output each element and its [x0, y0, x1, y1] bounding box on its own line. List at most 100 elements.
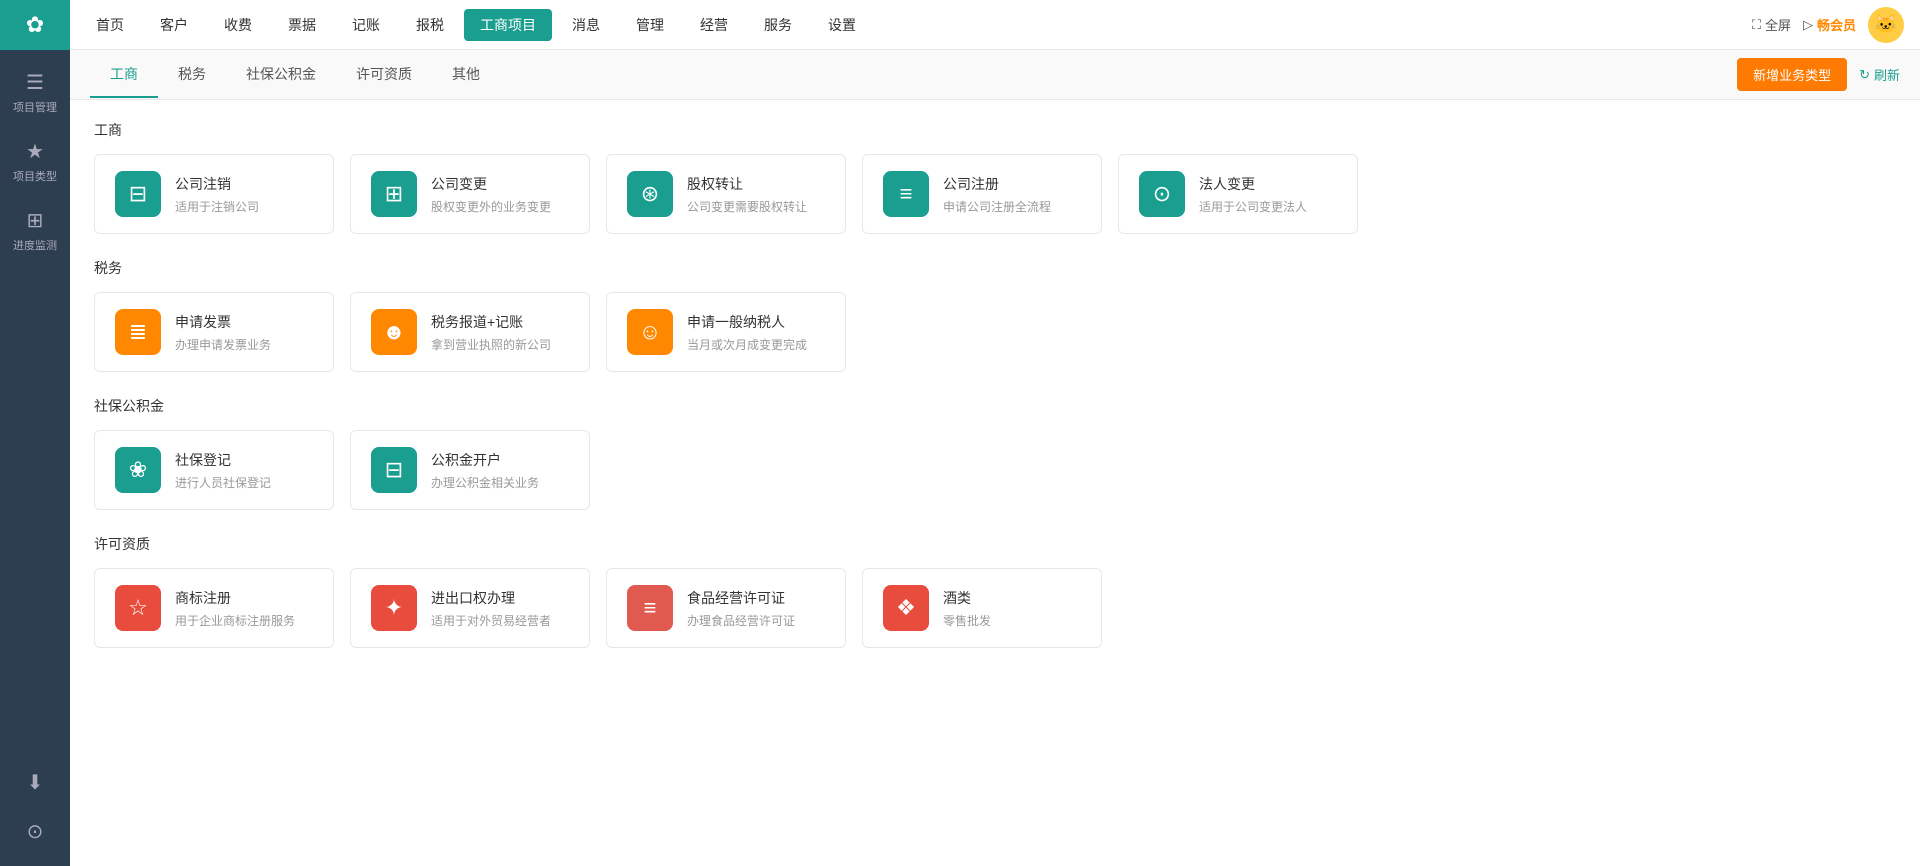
tab-社保公积金[interactable]: 社保公积金: [226, 52, 336, 98]
card-title: 股权转让: [687, 174, 807, 194]
section-工商: 工商 ⊟ 公司注销 适用于注销公司 ⊞ 公司变更 股权变更外的业务变更 ⊛ 股权…: [94, 120, 1896, 234]
card-desc: 办理公积金相关业务: [431, 474, 539, 491]
nav-item-设置[interactable]: 设置: [812, 9, 872, 41]
tab-bar: 工商税务社保公积金许可资质其他 新增业务类型 ↻ 刷新: [70, 50, 1920, 100]
card-text: 社保登记 进行人员社保登记: [175, 450, 271, 491]
card-icon: ☻: [371, 309, 417, 355]
card-text: 公司注册 申请公司注册全流程: [943, 174, 1051, 215]
main-layout: ☰项目管理★项目类型⊞进度监测⬇⊙ 工商税务社保公积金许可资质其他 新增业务类型…: [0, 50, 1920, 866]
tab-actions: 新增业务类型 ↻ 刷新: [1737, 58, 1900, 91]
refresh-label: 刷新: [1874, 65, 1900, 84]
tab-工商[interactable]: 工商: [90, 52, 158, 98]
nav-item-工商项目[interactable]: 工商项目: [464, 9, 552, 41]
sidebar-icon: ☰: [26, 70, 44, 95]
mascot-avatar[interactable]: 🐱: [1868, 7, 1904, 43]
card-desc: 适用于注销公司: [175, 198, 259, 215]
card-食品经营许可证[interactable]: ≡ 食品经营许可证 办理食品经营许可证: [606, 568, 846, 648]
nav-item-经营[interactable]: 经营: [684, 9, 744, 41]
card-icon: ⊟: [115, 171, 161, 217]
card-icon: ⊙: [1139, 171, 1185, 217]
card-desc: 办理申请发票业务: [175, 336, 271, 353]
tab-许可资质[interactable]: 许可资质: [336, 52, 432, 98]
nav-item-报税[interactable]: 报税: [400, 9, 460, 41]
card-desc: 零售批发: [943, 612, 991, 629]
nav-item-票据[interactable]: 票据: [272, 9, 332, 41]
cards-grid: ⊟ 公司注销 适用于注销公司 ⊞ 公司变更 股权变更外的业务变更 ⊛ 股权转让 …: [94, 154, 1896, 234]
card-title: 公司注销: [175, 174, 259, 194]
top-navigation: ✿ 首页客户收费票据记账报税工商项目消息管理经营服务设置 ⛶ 全屏 ▷ 畅会员 …: [0, 0, 1920, 50]
card-icon: ❀: [115, 447, 161, 493]
sidebar-icon: ⊞: [27, 208, 44, 233]
nav-item-收费[interactable]: 收费: [208, 9, 268, 41]
nav-item-首页[interactable]: 首页: [80, 9, 140, 41]
card-icon: ⊟: [371, 447, 417, 493]
add-business-type-button[interactable]: 新增业务类型: [1737, 58, 1847, 91]
nav-item-记账[interactable]: 记账: [336, 9, 396, 41]
card-text: 法人变更 适用于公司变更法人: [1199, 174, 1307, 215]
card-title: 申请发票: [175, 312, 271, 332]
card-title: 税务报道+记账: [431, 312, 551, 332]
sidebar-item-项目类型[interactable]: ★项目类型: [0, 127, 70, 196]
section-title: 工商: [94, 120, 1896, 140]
card-公司注册[interactable]: ≡ 公司注册 申请公司注册全流程: [862, 154, 1102, 234]
sidebar-bottom-icon: ⊙: [27, 819, 44, 844]
card-text: 税务报道+记账 拿到营业执照的新公司: [431, 312, 551, 353]
card-text: 公司注销 适用于注销公司: [175, 174, 259, 215]
card-icon: ≣: [115, 309, 161, 355]
nav-item-客户[interactable]: 客户: [144, 9, 204, 41]
card-税务报道+记账[interactable]: ☻ 税务报道+记账 拿到营业执照的新公司: [350, 292, 590, 372]
nav-item-管理[interactable]: 管理: [620, 9, 680, 41]
card-社保登记[interactable]: ❀ 社保登记 进行人员社保登记: [94, 430, 334, 510]
card-text: 进出口权办理 适用于对外贸易经营者: [431, 588, 551, 629]
card-desc: 股权变更外的业务变更: [431, 198, 551, 215]
cards-grid: ❀ 社保登记 进行人员社保登记 ⊟ 公积金开户 办理公积金相关业务: [94, 430, 1896, 510]
fullscreen-button[interactable]: ⛶ 全屏: [1752, 15, 1791, 34]
card-公积金开户[interactable]: ⊟ 公积金开户 办理公积金相关业务: [350, 430, 590, 510]
refresh-icon: ↻: [1859, 67, 1870, 83]
content-area: 工商税务社保公积金许可资质其他 新增业务类型 ↻ 刷新 工商 ⊟ 公司注销 适用…: [70, 50, 1920, 866]
card-title: 公积金开户: [431, 450, 539, 470]
card-股权转让[interactable]: ⊛ 股权转让 公司变更需要股权转让: [606, 154, 846, 234]
card-title: 法人变更: [1199, 174, 1307, 194]
card-text: 申请发票 办理申请发票业务: [175, 312, 271, 353]
card-title: 公司变更: [431, 174, 551, 194]
card-申请发票[interactable]: ≣ 申请发票 办理申请发票业务: [94, 292, 334, 372]
card-申请一般纳税人[interactable]: ☺ 申请一般纳税人 当月或次月成变更完成: [606, 292, 846, 372]
fullscreen-label: 全屏: [1765, 15, 1791, 34]
sidebar-item-进度监测[interactable]: ⊞ 进度监测: [0, 196, 70, 265]
section-社保公积金: 社保公积金 ❀ 社保登记 进行人员社保登记 ⊟ 公积金开户 办理公积金相关业务: [94, 396, 1896, 510]
card-desc: 办理食品经营许可证: [687, 612, 795, 629]
card-desc: 适用于对外贸易经营者: [431, 612, 551, 629]
sidebar-label: 项目管理: [13, 99, 57, 115]
vip-label: 畅会员: [1817, 15, 1856, 34]
card-icon: ✦: [371, 585, 417, 631]
cards-grid: ☆ 商标注册 用于企业商标注册服务 ✦ 进出口权办理 适用于对外贸易经营者 ≡ …: [94, 568, 1896, 648]
section-title: 社保公积金: [94, 396, 1896, 416]
card-公司注销[interactable]: ⊟ 公司注销 适用于注销公司: [94, 154, 334, 234]
refresh-button[interactable]: ↻ 刷新: [1859, 65, 1900, 84]
card-法人变更[interactable]: ⊙ 法人变更 适用于公司变更法人: [1118, 154, 1358, 234]
tab-其他[interactable]: 其他: [432, 52, 500, 98]
card-icon: ☆: [115, 585, 161, 631]
vip-button[interactable]: ▷ 畅会员: [1803, 15, 1856, 34]
sidebar-bottom-item[interactable]: ⬇: [0, 758, 70, 807]
sidebar-label: 进度监测: [13, 237, 57, 253]
fullscreen-icon: ⛶: [1752, 17, 1761, 33]
card-酒类[interactable]: ❖ 酒类 零售批发: [862, 568, 1102, 648]
card-icon: ❖: [883, 585, 929, 631]
sidebar-item-项目管理[interactable]: ☰ 项目管理: [0, 58, 70, 127]
card-公司变更[interactable]: ⊞ 公司变更 股权变更外的业务变更: [350, 154, 590, 234]
card-desc: 拿到营业执照的新公司: [431, 336, 551, 353]
sidebar-bottom-item[interactable]: ⊙: [0, 807, 70, 856]
sidebar-bottom-icon: ⬇: [27, 770, 44, 795]
card-text: 股权转让 公司变更需要股权转让: [687, 174, 807, 215]
nav-item-服务[interactable]: 服务: [748, 9, 808, 41]
nav-item-消息[interactable]: 消息: [556, 9, 616, 41]
card-进出口权办理[interactable]: ✦ 进出口权办理 适用于对外贸易经营者: [350, 568, 590, 648]
card-text: 酒类 零售批发: [943, 588, 991, 629]
card-icon: ≡: [627, 585, 673, 631]
tab-税务[interactable]: 税务: [158, 52, 226, 98]
card-text: 商标注册 用于企业商标注册服务: [175, 588, 295, 629]
card-商标注册[interactable]: ☆ 商标注册 用于企业商标注册服务: [94, 568, 334, 648]
card-desc: 申请公司注册全流程: [943, 198, 1051, 215]
